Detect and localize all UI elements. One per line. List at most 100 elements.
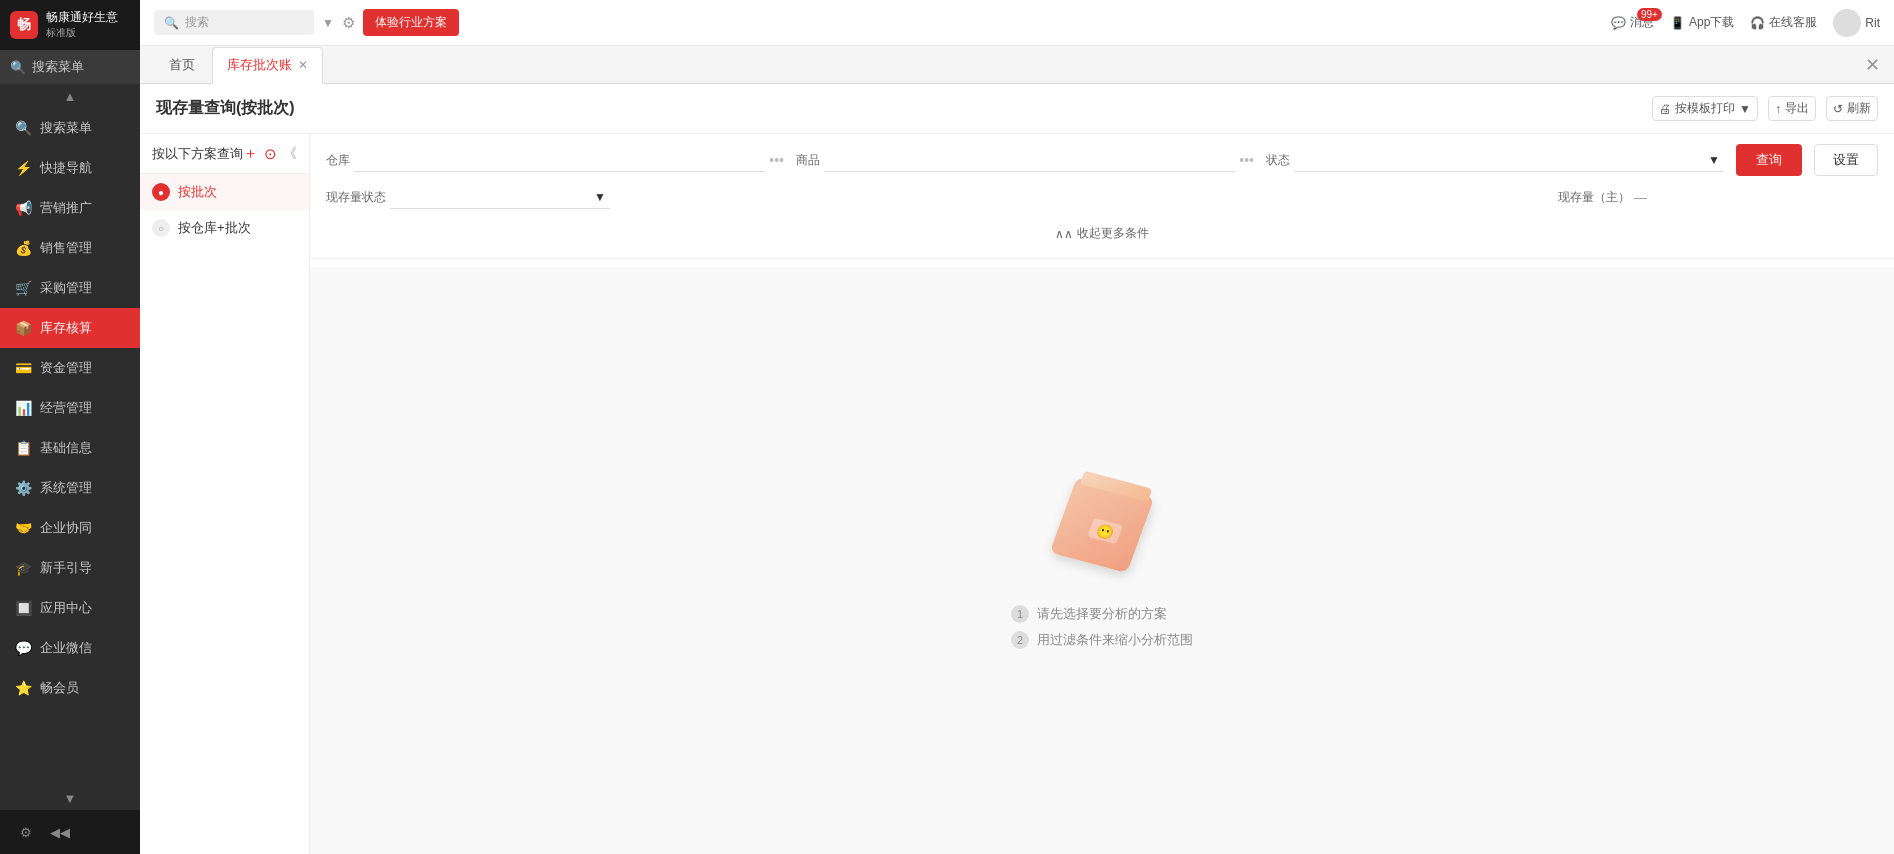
export-btn[interactable]: ↑ 导出 <box>1768 96 1816 121</box>
export-icon: ↑ <box>1775 102 1781 116</box>
left-panel-icons: ＋ ⊙ 《 <box>243 144 297 163</box>
finance-nav-icon: 💳 <box>14 359 32 377</box>
settings-plan-btn[interactable]: ⊙ <box>264 145 277 163</box>
product-dots-btn[interactable]: ••• <box>1239 152 1254 168</box>
plan-item-batch[interactable]: ● 按批次 <box>140 174 309 210</box>
empty-hints: 1 请先选择要分析的方案 2 用过滤条件来缩小分析范围 <box>1011 605 1193 657</box>
collapse-panel-btn[interactable]: 《 <box>283 145 297 163</box>
plan-item-warehouse-batch[interactable]: ○ 按仓库+批次 <box>140 210 309 246</box>
sidebar-item-label-sales: 销售管理 <box>40 239 92 257</box>
user-avatar-action[interactable]: Rit <box>1833 9 1880 37</box>
sidebar-item-purchase[interactable]: 🛒 采购管理 <box>0 268 140 308</box>
sidebar-item-sales[interactable]: 💰 销售管理 <box>0 228 140 268</box>
messages-action[interactable]: 💬 消息 99+ <box>1611 14 1654 31</box>
inventory-qty-value: — <box>1634 190 1647 205</box>
sidebar-item-label-finance: 资金管理 <box>40 359 92 377</box>
page-header: 现存量查询(按批次) 🖨 按模板打印 ▼ ↑ 导出 ↺ 刷新 <box>140 84 1894 134</box>
scroll-down-btn[interactable]: ▼ <box>0 786 140 810</box>
tab-home[interactable]: 首页 <box>154 46 210 83</box>
collapse-sidebar-btn[interactable]: ◀◀ <box>48 820 72 844</box>
sidebar-item-wechat[interactable]: 💬 企业微信 <box>0 628 140 668</box>
search-nav-icon: 🔍 <box>14 119 32 137</box>
sidebar-item-label-system: 系统管理 <box>40 479 92 497</box>
sidebar-item-inventory[interactable]: 📦 库存核算 <box>0 308 140 348</box>
empty-visual: 😶 <box>1042 465 1162 585</box>
plan-warehouse-batch-label: 按仓库+批次 <box>178 219 251 237</box>
settings-footer-btn[interactable]: ⚙ <box>14 820 38 844</box>
warehouse-filter-group: 仓库 ••• <box>326 149 784 172</box>
search-icon: 🔍 <box>164 16 179 30</box>
chevron-up-icon: ∧∧ <box>1055 227 1073 241</box>
app-subtitle: 标准版 <box>46 26 118 40</box>
sidebar-item-label-basic: 基础信息 <box>40 439 92 457</box>
app-download-label: App下载 <box>1689 14 1734 31</box>
try-industry-btn[interactable]: 体验行业方案 <box>363 9 459 36</box>
online-service-action[interactable]: 🎧 在线客服 <box>1750 14 1817 31</box>
collab-nav-icon: 🤝 <box>14 519 32 537</box>
sidebar-item-quicknav[interactable]: ⚡ 快捷导航 <box>0 148 140 188</box>
sidebar-search[interactable]: 🔍 搜索菜单 <box>0 50 140 84</box>
print-btn[interactable]: 🖨 按模板打印 ▼ <box>1652 96 1758 121</box>
sidebar-item-collab[interactable]: 🤝 企业协同 <box>0 508 140 548</box>
add-plan-btn[interactable]: ＋ <box>243 144 258 163</box>
apps-nav-icon: 🔲 <box>14 599 32 617</box>
sidebar-item-label-collab: 企业协同 <box>40 519 92 537</box>
app-download-action[interactable]: 📱 App下载 <box>1670 14 1734 31</box>
page-title: 现存量查询(按批次) <box>156 98 295 119</box>
tab-close-icon[interactable]: ✕ <box>298 58 308 72</box>
settings-button[interactable]: 设置 <box>1814 144 1878 176</box>
tab-inventory-batch[interactable]: 库存批次账 ✕ <box>212 47 323 84</box>
scroll-up-btn[interactable]: ▲ <box>0 84 140 108</box>
header-gear-icon[interactable]: ⚙ <box>342 14 355 32</box>
empty-hint-1: 1 请先选择要分析的方案 <box>1011 605 1193 623</box>
app-title: 畅康通好生意 <box>46 10 118 26</box>
status-select[interactable]: ▼ <box>1294 149 1724 172</box>
print-chevron-icon: ▼ <box>1739 102 1751 116</box>
global-search-box[interactable]: 🔍 搜索 <box>154 10 314 35</box>
online-service-label: 在线客服 <box>1769 14 1817 31</box>
collapse-more-label: 收起更多条件 <box>1077 225 1149 242</box>
operations-nav-icon: 📊 <box>14 399 32 417</box>
sidebar-item-apps[interactable]: 🔲 应用中心 <box>0 588 140 628</box>
sidebar-item-finance[interactable]: 💳 资金管理 <box>0 348 140 388</box>
print-label: 按模板打印 <box>1675 100 1735 117</box>
wechat-nav-icon: 💬 <box>14 639 32 657</box>
sidebar-item-label-inventory: 库存核算 <box>40 319 92 337</box>
system-nav-icon: ⚙️ <box>14 479 32 497</box>
newbie-nav-icon: 🎓 <box>14 559 32 577</box>
collapse-more-btn[interactable]: ∧∧ 收起更多条件 <box>326 219 1878 244</box>
plan-dot-inactive: ○ <box>152 219 170 237</box>
tab-bar: 首页 库存批次账 ✕ ✕ <box>140 46 1894 84</box>
hint-text-2: 用过滤条件来缩小分析范围 <box>1037 631 1193 649</box>
sidebar-item-marketing[interactable]: 📢 营销推广 <box>0 188 140 228</box>
tab-panel-close-btn[interactable]: ✕ <box>1865 54 1880 76</box>
inventory-qty-label: 现存量（主） <box>1558 189 1630 206</box>
warehouse-filter-label: 仓库 <box>326 152 350 169</box>
vip-nav-icon: ⭐ <box>14 679 32 697</box>
sidebar-item-label-vip: 畅会员 <box>40 679 79 697</box>
warehouse-dots-btn[interactable]: ••• <box>769 152 784 168</box>
search-placeholder: 搜索 <box>185 14 209 31</box>
headset-icon: 🎧 <box>1750 16 1765 30</box>
warehouse-filter-input[interactable] <box>354 149 765 172</box>
basic-nav-icon: 📋 <box>14 439 32 457</box>
empty-box-icon: 😶 <box>1050 476 1155 572</box>
inventory-status-select[interactable]: ▼ <box>390 186 610 209</box>
sidebar-item-label-purchase: 采购管理 <box>40 279 92 297</box>
empty-face: 😶 <box>1087 517 1123 544</box>
product-filter-label: 商品 <box>796 152 820 169</box>
sidebar-item-basic[interactable]: 📋 基础信息 <box>0 428 140 468</box>
product-filter-input[interactable] <box>824 149 1235 172</box>
phone-icon: 📱 <box>1670 16 1685 30</box>
sidebar-item-search[interactable]: 🔍 搜索菜单 <box>0 108 140 148</box>
hint-num-1: 1 <box>1011 605 1029 623</box>
empty-hint-2: 2 用过滤条件来缩小分析范围 <box>1011 631 1193 649</box>
sidebar-item-vip[interactable]: ⭐ 畅会员 <box>0 668 140 708</box>
left-panel-header: 按以下方案查询 ＋ ⊙ 《 <box>140 134 309 174</box>
search-chevron-icon[interactable]: ▼ <box>322 16 334 30</box>
sidebar-item-system[interactable]: ⚙️ 系统管理 <box>0 468 140 508</box>
sidebar-item-newbie[interactable]: 🎓 新手引导 <box>0 548 140 588</box>
refresh-btn[interactable]: ↺ 刷新 <box>1826 96 1878 121</box>
query-button[interactable]: 查询 <box>1736 144 1802 176</box>
sidebar-item-operations[interactable]: 📊 经营管理 <box>0 388 140 428</box>
